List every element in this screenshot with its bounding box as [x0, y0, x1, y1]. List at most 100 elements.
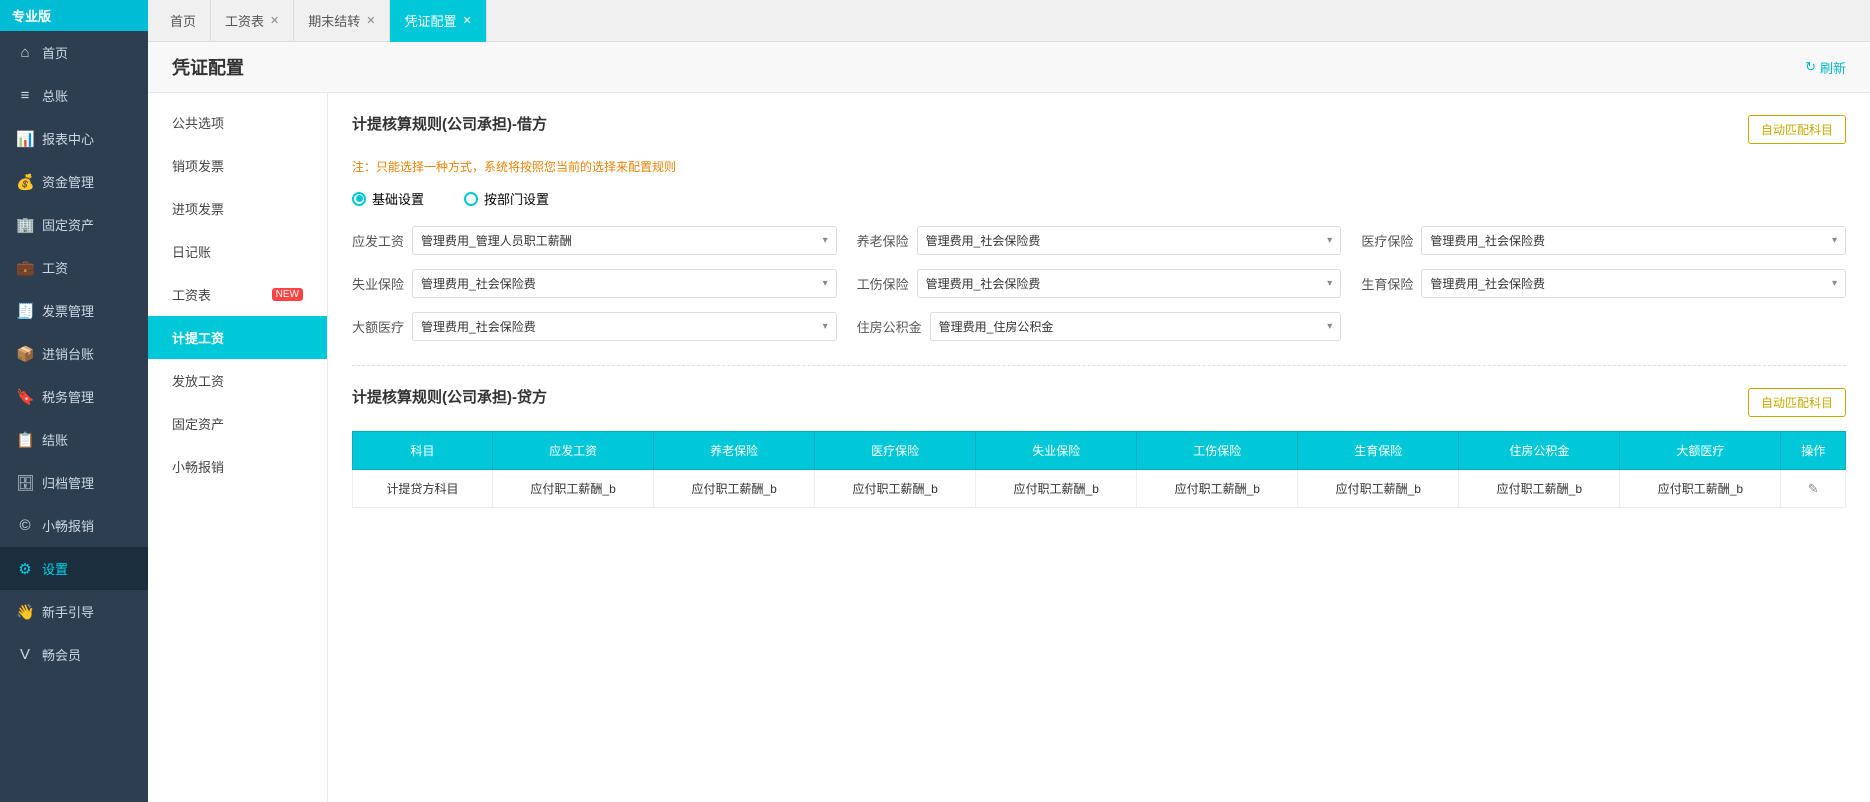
vip-icon: V — [16, 646, 34, 663]
field-medical: 医疗保险 管理费用_社会保险费 ▾ — [1361, 226, 1846, 255]
tab-home[interactable]: 首页 — [156, 0, 211, 42]
row-action[interactable]: ✎ — [1781, 470, 1846, 508]
debit-radio-group: 基础设置 按部门设置 — [352, 189, 1846, 208]
radio-dept-setup[interactable]: 按部门设置 — [464, 189, 549, 208]
left-menu-public[interactable]: 公共选项 — [148, 101, 327, 144]
new-badge: NEW — [272, 288, 303, 301]
sidebar-item-stock[interactable]: 📦 进销台账 — [0, 332, 148, 375]
xiaochang-icon: © — [16, 517, 34, 534]
settings-icon: ⚙ — [16, 560, 34, 578]
field-large-medical: 大额医疗 管理费用_社会保险费 ▾ — [352, 312, 837, 341]
left-menu-fixed-assets[interactable]: 固定资产 — [148, 402, 327, 445]
tab-voucher-config[interactable]: 凭证配置 ✕ — [390, 0, 486, 42]
left-menu-salary-sheet[interactable]: 工资表 NEW — [148, 273, 327, 316]
sidebar-item-closing[interactable]: 📋 结账 — [0, 418, 148, 461]
reports-icon: 📊 — [16, 130, 34, 148]
credit-section-title: 计提核算规则(公司承担)-贷方 — [352, 386, 547, 407]
row-pension: 应付职工薪酬_b — [654, 470, 815, 508]
edit-icon[interactable]: ✎ — [1808, 481, 1819, 496]
debit-section: 计提核算规则(公司承担)-借方 自动匹配科目 注：只能选择一种方式，系统将按照您… — [352, 113, 1846, 341]
main-area: 首页 工资表 ✕ 期末结转 ✕ 凭证配置 ✕ 凭证配置 ↻ 刷新 公共选项 — [148, 0, 1870, 802]
refresh-button[interactable]: ↻ 刷新 — [1805, 58, 1846, 77]
field-pension: 养老保险 管理费用_社会保险费 ▾ — [857, 226, 1342, 255]
left-menu-accrual[interactable]: 计提工资 — [148, 316, 327, 359]
col-pension: 养老保险 — [654, 432, 815, 470]
col-maternity: 生育保险 — [1298, 432, 1459, 470]
salary-icon: 💼 — [16, 259, 34, 277]
page-title: 凭证配置 — [172, 54, 244, 80]
col-large-medical: 大额医疗 — [1620, 432, 1781, 470]
unemployment-label: 失业保险 — [352, 274, 404, 293]
row-subject: 计提贷方科目 — [353, 470, 493, 508]
left-menu-xiaochang-expense[interactable]: 小畅报销 — [148, 445, 327, 488]
field-unemployment: 失业保险 管理费用_社会保险费 ▾ — [352, 269, 837, 298]
invoice-icon: 🧾 — [16, 302, 34, 320]
large-medical-select-arrow: ▾ — [823, 321, 828, 332]
salary-select[interactable]: 管理费用_管理人员职工薪酬 ▾ — [412, 226, 837, 255]
stock-icon: 📦 — [16, 345, 34, 363]
sidebar-item-tax[interactable]: 🔖 税务管理 — [0, 375, 148, 418]
unemployment-select-arrow: ▾ — [823, 278, 828, 289]
field-salary: 应发工资 管理费用_管理人员职工薪酬 ▾ — [352, 226, 837, 255]
col-subject: 科目 — [353, 432, 493, 470]
sidebar-item-xiaochang[interactable]: © 小畅报销 — [0, 504, 148, 547]
row-unemployment: 应付职工薪酬_b — [976, 470, 1137, 508]
pension-select-arrow: ▾ — [1327, 235, 1332, 246]
sidebar-item-invoice[interactable]: 🧾 发票管理 — [0, 289, 148, 332]
maternity-select[interactable]: 管理费用_社会保险费 ▾ — [1421, 269, 1846, 298]
radio-basic-circle — [352, 192, 366, 206]
pension-select[interactable]: 管理费用_社会保险费 ▾ — [917, 226, 1342, 255]
left-menu-purchase-invoice[interactable]: 进项发票 — [148, 187, 327, 230]
credit-section: 计提核算规则(公司承担)-贷方 自动匹配科目 科目 应发工资 养老保险 医疗保险… — [352, 386, 1846, 508]
close-tab-salary-table[interactable]: ✕ — [270, 14, 279, 27]
closing-icon: 📋 — [16, 431, 34, 449]
medical-select[interactable]: 管理费用_社会保险费 ▾ — [1421, 226, 1846, 255]
sidebar-item-assets[interactable]: 🏢 固定资产 — [0, 203, 148, 246]
maternity-select-arrow: ▾ — [1832, 278, 1837, 289]
maternity-label: 生育保险 — [1361, 274, 1413, 293]
tab-period-close[interactable]: 期末结转 ✕ — [294, 0, 390, 42]
unemployment-select[interactable]: 管理费用_社会保险费 ▾ — [412, 269, 837, 298]
sidebar-item-home[interactable]: ⌂ 首页 — [0, 31, 148, 74]
large-medical-select[interactable]: 管理费用_社会保险费 ▾ — [412, 312, 837, 341]
sidebar: 专业版 ⌂ 首页 ≡ 总账 📊 报表中心 💰 资金管理 🏢 固定资产 💼 工资 … — [0, 0, 148, 802]
row-housing-fund: 应付职工薪酬_b — [1459, 470, 1620, 508]
salary-label: 应发工资 — [352, 231, 404, 250]
sidebar-item-salary[interactable]: 💼 工资 — [0, 246, 148, 289]
sidebar-item-vip[interactable]: V 畅会员 — [0, 633, 148, 676]
sidebar-item-newbie[interactable]: 👋 新手引导 — [0, 590, 148, 633]
content-area: 公共选项 销项发票 进项发票 日记账 工资表 NEW 计提工资 发放工资 固 — [148, 93, 1870, 802]
sidebar-item-settings[interactable]: ⚙ 设置 — [0, 547, 148, 590]
left-menu-sales-invoice[interactable]: 销项发票 — [148, 144, 327, 187]
right-content: 计提核算规则(公司承担)-借方 自动匹配科目 注：只能选择一种方式，系统将按照您… — [328, 93, 1870, 802]
close-tab-voucher-config[interactable]: ✕ — [463, 14, 472, 27]
debit-form-grid: 应发工资 管理费用_管理人员职工薪酬 ▾ 养老保险 管理费用_社会保险费 ▾ — [352, 226, 1846, 341]
injury-select[interactable]: 管理费用_社会保险费 ▾ — [917, 269, 1342, 298]
sidebar-item-ledger[interactable]: ≡ 总账 — [0, 74, 148, 117]
archive-icon: 🗄 — [16, 474, 34, 492]
sidebar-item-archive[interactable]: 🗄 归档管理 — [0, 461, 148, 504]
salary-select-arrow: ▾ — [823, 235, 828, 246]
sidebar-item-reports[interactable]: 📊 报表中心 — [0, 117, 148, 160]
field-injury: 工伤保险 管理费用_社会保险费 ▾ — [857, 269, 1342, 298]
housing-fund-select-arrow: ▾ — [1327, 321, 1332, 332]
credit-auto-match-button[interactable]: 自动匹配科目 — [1748, 388, 1846, 417]
field-housing-fund: 住房公积金 管理费用_住房公积金 ▾ — [857, 312, 1342, 341]
tabs-bar: 首页 工资表 ✕ 期末结转 ✕ 凭证配置 ✕ — [148, 0, 1870, 42]
left-menu-journal[interactable]: 日记账 — [148, 230, 327, 273]
debit-section-title: 计提核算规则(公司承担)-借方 — [352, 113, 547, 134]
col-injury: 工伤保险 — [1137, 432, 1298, 470]
housing-fund-select[interactable]: 管理费用_住房公积金 ▾ — [930, 312, 1342, 341]
col-unemployment: 失业保险 — [976, 432, 1137, 470]
debit-auto-match-button[interactable]: 自动匹配科目 — [1748, 115, 1846, 144]
row-salary: 应付职工薪酬_b — [493, 470, 654, 508]
close-tab-period-close[interactable]: ✕ — [366, 14, 375, 27]
app-edition: 专业版 — [0, 0, 148, 31]
tab-salary-table[interactable]: 工资表 ✕ — [211, 0, 294, 42]
ledger-icon: ≡ — [16, 87, 34, 104]
left-menu-payment[interactable]: 发放工资 — [148, 359, 327, 402]
injury-select-arrow: ▾ — [1327, 278, 1332, 289]
page-header: 凭证配置 ↻ 刷新 — [148, 42, 1870, 93]
radio-basic-setup[interactable]: 基础设置 — [352, 189, 424, 208]
sidebar-item-funds[interactable]: 💰 资金管理 — [0, 160, 148, 203]
